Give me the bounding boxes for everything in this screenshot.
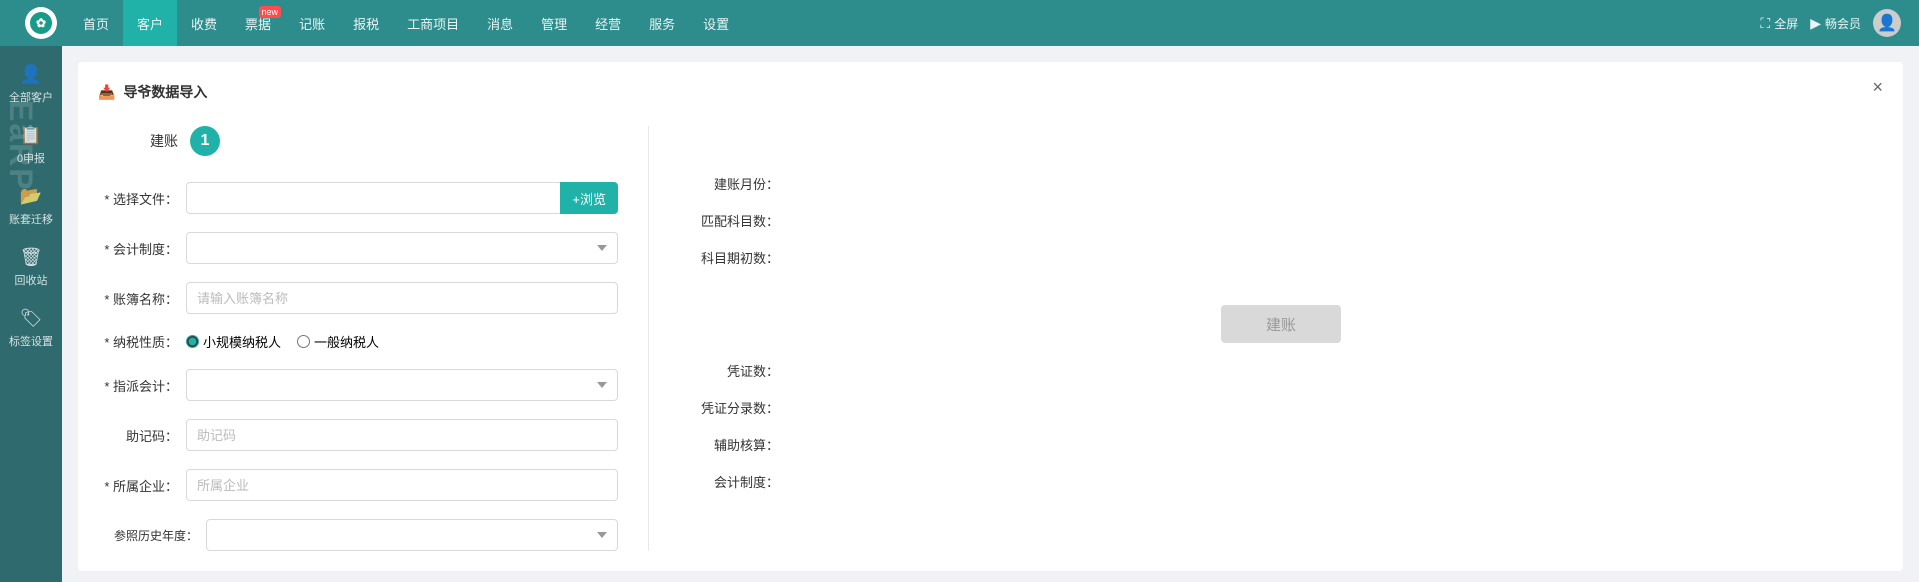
right-row-1: 匹配科目数：: [679, 211, 1883, 230]
memo-row: 助记码：: [98, 419, 618, 451]
fullscreen-button[interactable]: ⛶ 全屏: [1760, 15, 1798, 32]
fullscreen-icon: ⛶: [1760, 15, 1770, 32]
nav-item-business[interactable]: 工商项目: [393, 0, 473, 46]
form-wrapper: 建账 1 * 选择文件： +浏览: [98, 126, 1883, 551]
right-label-5: 辅助核算：: [679, 435, 779, 454]
nav-item-service[interactable]: 服务: [635, 0, 689, 46]
member-icon: ▶: [1810, 15, 1821, 32]
nav-item-management[interactable]: 管理: [527, 0, 581, 46]
avatar-icon: 👤: [1877, 13, 1897, 33]
nav-item-fees[interactable]: 收费: [177, 0, 231, 46]
accountant-select[interactable]: [186, 369, 618, 401]
page-title: 导爷数据导入: [123, 82, 207, 102]
nav-item-operation[interactable]: 经营: [581, 0, 635, 46]
avatar[interactable]: 👤: [1873, 9, 1901, 37]
browse-button[interactable]: +浏览: [560, 182, 618, 214]
nav-item-messages[interactable]: 消息: [473, 0, 527, 46]
submit-button[interactable]: 建账: [1221, 305, 1341, 343]
sidebar: EaRP 👤 全部客户 📋 0申报 📂 账套迁移 🗑 回收站 🏷 标签设置: [0, 46, 62, 582]
tax-label: * 纳税性质：: [98, 332, 178, 351]
company-label: * 所属企业：: [98, 476, 178, 495]
history-select[interactable]: [206, 519, 618, 551]
step-label: 建账: [98, 131, 178, 151]
nav-menu: 首页 客户 收费 票据 new 记账 报税 工商项目 消息 管理 经营 服务 设…: [69, 0, 1760, 46]
tax-row: * 纳税性质： 小规模纳税人 一般纳税人: [98, 332, 618, 351]
form-divider: [648, 126, 649, 551]
company-row: * 所属企业：: [98, 469, 618, 501]
nav-item-tickets[interactable]: 票据 new: [231, 0, 285, 46]
member-button[interactable]: ▶ 畅会员: [1810, 15, 1861, 32]
form-right: 建账月份： 匹配科目数： 科目期初数： 建账: [679, 126, 1883, 551]
right-row-5: 辅助核算：: [679, 435, 1883, 454]
submit-btn-wrapper: 建账: [679, 285, 1883, 343]
company-input[interactable]: [186, 469, 618, 501]
sidebar-item-tag-settings[interactable]: 🏷 标签设置: [0, 298, 62, 359]
right-label-1: 匹配科目数：: [679, 211, 779, 230]
accountant-label: * 指派会计：: [98, 376, 178, 395]
recycle-icon: 🗑: [20, 247, 43, 268]
ledger-input[interactable]: [186, 282, 618, 314]
accountant-row: * 指派会计：: [98, 369, 618, 401]
right-row-2: 科目期初数：: [679, 248, 1883, 267]
logo-icon: ✿: [36, 16, 46, 30]
page-header-icon: 📥: [98, 84, 115, 101]
history-label: 参照历史年度：: [98, 527, 198, 544]
memo-input[interactable]: [186, 419, 618, 451]
file-input[interactable]: [186, 182, 560, 214]
tax-radio-group: 小规模纳税人 一般纳税人: [186, 332, 379, 351]
nav-item-home[interactable]: 首页: [69, 0, 123, 46]
right-label-6: 会计制度：: [679, 472, 779, 491]
sidebar-item-recycle[interactable]: 🗑 回收站: [0, 237, 62, 298]
right-row-6: 会计制度：: [679, 472, 1883, 491]
right-row-3: 凭证数：: [679, 361, 1883, 380]
step-indicator: 建账 1: [98, 126, 618, 156]
tax-small-radio[interactable]: [186, 335, 199, 348]
page-header: 📥 导爷数据导入: [98, 82, 1883, 102]
right-label-0: 建账月份：: [679, 174, 779, 193]
right-label-3: 凭证数：: [679, 361, 779, 380]
accounting-label: * 会计制度：: [98, 239, 178, 258]
form-left: 建账 1 * 选择文件： +浏览: [98, 126, 618, 551]
tax-general[interactable]: 一般纳税人: [297, 332, 379, 351]
nav-item-settings[interactable]: 设置: [689, 0, 743, 46]
history-row: 参照历史年度：: [98, 519, 618, 551]
right-label-4: 凭证分录数：: [679, 398, 779, 417]
accounting-select[interactable]: [186, 232, 618, 264]
close-button[interactable]: ×: [1872, 78, 1883, 96]
page-card: 📥 导爷数据导入 × 建账 1 * 选择文件：: [78, 62, 1903, 571]
app-logo[interactable]: ✿: [18, 0, 64, 46]
nav-item-bookkeeping[interactable]: 记账: [285, 0, 339, 46]
nav-right: ⛶ 全屏 ▶ 畅会员 👤: [1760, 9, 1901, 37]
right-row-4: 凭证分录数：: [679, 398, 1883, 417]
nav-item-tax[interactable]: 报税: [339, 0, 393, 46]
ledger-row: * 账簿名称：: [98, 282, 618, 314]
new-badge: new: [259, 6, 282, 18]
ledger-label: * 账簿名称：: [98, 289, 178, 308]
tag-icon: 🏷: [20, 308, 43, 329]
all-clients-icon: 👤: [20, 64, 42, 85]
earp-watermark: EaRP: [2, 100, 39, 192]
file-select-row: * 选择文件： +浏览: [98, 182, 618, 214]
tax-general-radio[interactable]: [297, 335, 310, 348]
file-label: * 选择文件：: [98, 189, 178, 208]
nav-item-clients[interactable]: 客户: [123, 0, 177, 46]
step-circle: 1: [190, 126, 220, 156]
right-row-0: 建账月份：: [679, 174, 1883, 193]
content-area: 📥 导爷数据导入 × 建账 1 * 选择文件：: [62, 46, 1919, 582]
top-navigation: ✿ 首页 客户 收费 票据 new 记账 报税 工商项目 消息 管理 经营 服务…: [0, 0, 1919, 46]
right-label-2: 科目期初数：: [679, 248, 779, 267]
accounting-row: * 会计制度：: [98, 232, 618, 264]
tax-small-scale[interactable]: 小规模纳税人: [186, 332, 281, 351]
file-input-wrapper: +浏览: [186, 182, 618, 214]
memo-label: 助记码：: [98, 426, 178, 445]
